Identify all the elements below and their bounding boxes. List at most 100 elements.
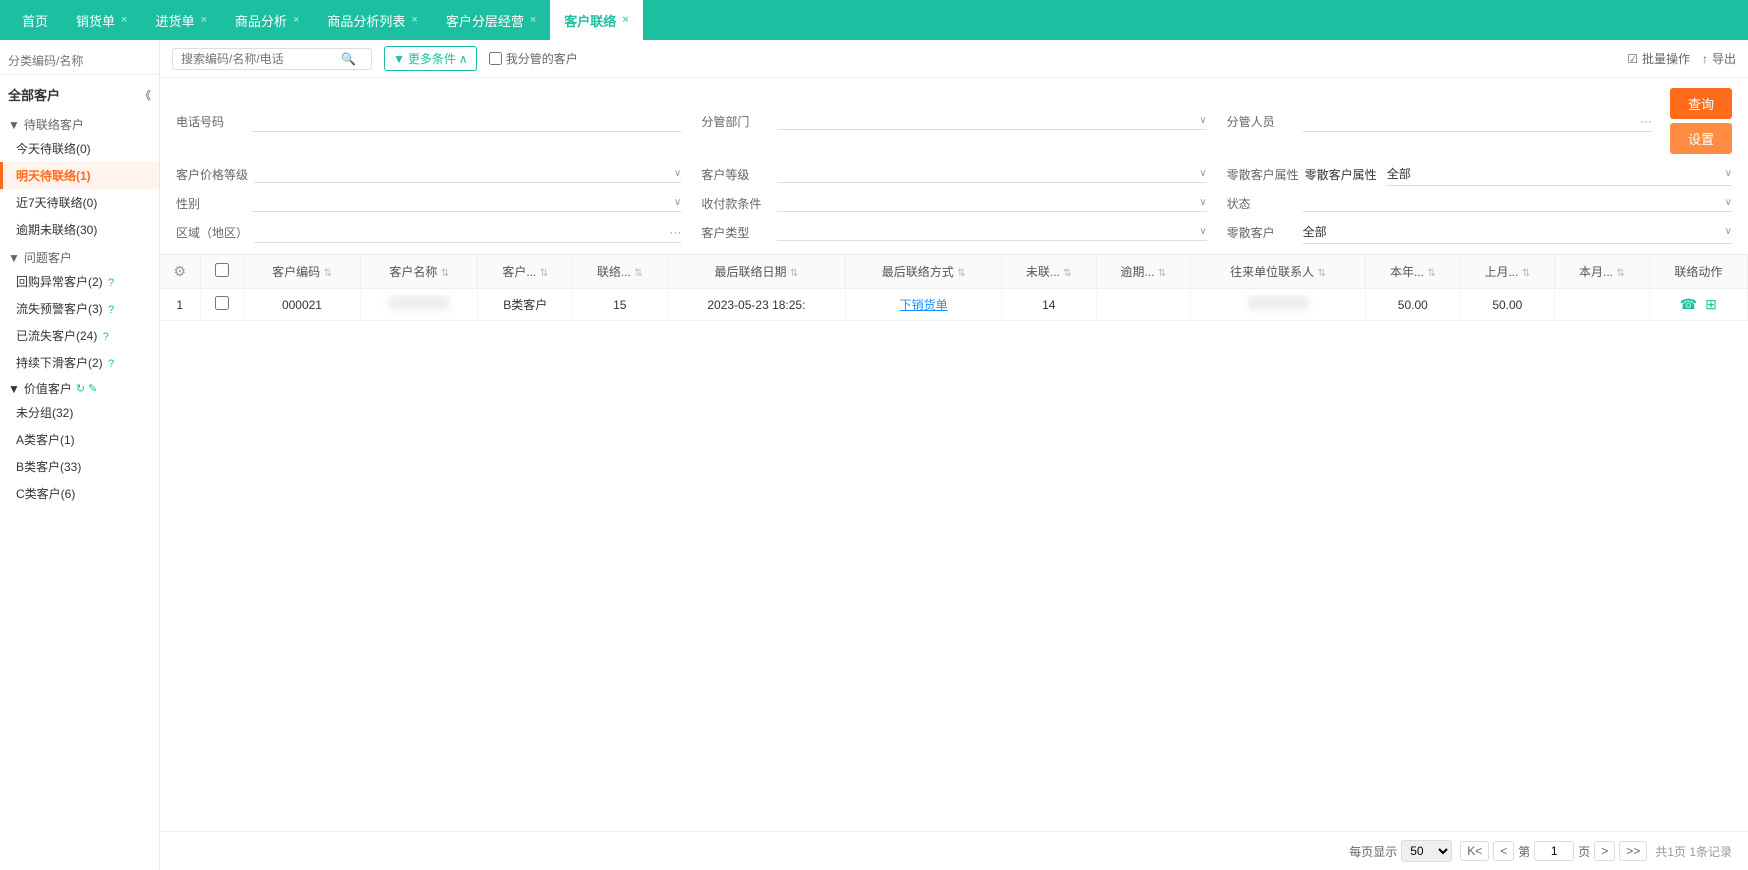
- sidebar-item-tomorrow-pending[interactable]: 明天待联络(1): [0, 162, 159, 189]
- filter-person-row: 分管人员 ··· 查询 设置: [1227, 88, 1732, 154]
- nav-customer-contact[interactable]: 客户联络 ×: [550, 0, 642, 40]
- sidebar-item-declining[interactable]: 持续下滑客户(2) ?: [0, 349, 159, 376]
- grid-action-icon[interactable]: ⊞: [1705, 296, 1717, 313]
- th-type[interactable]: 客户... ⇅: [478, 255, 573, 289]
- sort-icon: ⇅: [634, 268, 642, 279]
- close-icon[interactable]: ×: [121, 14, 127, 26]
- th-name[interactable]: 客户名称 ⇅: [361, 255, 478, 289]
- first-page-button[interactable]: K<: [1460, 841, 1489, 861]
- th-this-month[interactable]: 本月... ⇅: [1555, 255, 1650, 289]
- help-icon: ?: [108, 277, 114, 289]
- page-input[interactable]: [1534, 841, 1574, 861]
- status-select[interactable]: ∨: [1303, 194, 1732, 212]
- refresh-icon[interactable]: ↻: [76, 382, 85, 395]
- row-checkbox[interactable]: [215, 296, 229, 310]
- th-action: 联络动作: [1649, 255, 1747, 289]
- edit-icon[interactable]: ✎: [88, 382, 97, 395]
- nav-sales-order[interactable]: 销货单 ×: [62, 0, 141, 40]
- batch-operation-button[interactable]: ☑ 批量操作: [1627, 50, 1690, 67]
- filter-phone-row: 电话号码: [176, 88, 681, 154]
- close-icon[interactable]: ×: [530, 14, 536, 26]
- close-icon[interactable]: ×: [622, 14, 628, 26]
- export-button[interactable]: ↑ 导出: [1702, 50, 1736, 67]
- filter-bar: 🔍 ▼ 更多条件 ∧ 我分管的客户 ☑ 批量操作 ↑ 导出: [160, 40, 1748, 78]
- sidebar-item-churned[interactable]: 已流失客户(24) ?: [0, 322, 159, 349]
- content-area: 🔍 ▼ 更多条件 ∧ 我分管的客户 ☑ 批量操作 ↑ 导出: [160, 40, 1748, 870]
- sidebar-item-class-a[interactable]: A类客户(1): [0, 426, 159, 453]
- retail-customer-select[interactable]: 全部 ∨: [1303, 220, 1732, 244]
- th-this-year[interactable]: 本年... ⇅: [1366, 255, 1461, 289]
- customer-level-select[interactable]: ∨: [777, 165, 1206, 183]
- td-name: [361, 289, 478, 321]
- sidebar-item-abnormal-repurchase[interactable]: 回购异常客户(2) ?: [0, 268, 159, 295]
- chevron-down-icon: ∨: [1725, 197, 1732, 208]
- per-page-select[interactable]: 50 100 200: [1401, 840, 1452, 862]
- sidebar-item-ungrouped[interactable]: 未分组(32): [0, 399, 159, 426]
- next-page-button[interactable]: >: [1594, 841, 1615, 861]
- td-contacts: 15: [573, 289, 668, 321]
- phone-action-icon[interactable]: ☎: [1680, 296, 1697, 313]
- more-conditions-button[interactable]: ▼ 更多条件 ∧: [384, 46, 477, 71]
- sidebar-pending-group: ▼ 待联络客户: [0, 110, 159, 135]
- search-input[interactable]: [181, 52, 341, 66]
- th-contact-person[interactable]: 往来单位联系人 ⇅: [1191, 255, 1366, 289]
- customer-type-select[interactable]: ∨: [777, 223, 1206, 241]
- filter-payment-row: 收付款条件 ∨: [701, 194, 1206, 212]
- select-all-checkbox[interactable]: [215, 263, 229, 277]
- sidebar-all-customers[interactable]: 全部客户 《: [8, 81, 151, 108]
- sidebar-item-churn-warning[interactable]: 流失预警客户(3) ?: [0, 295, 159, 322]
- th-last-contact-method[interactable]: 最后联络方式 ⇅: [846, 255, 1002, 289]
- th-unlinkd[interactable]: 未联... ⇅: [1001, 255, 1096, 289]
- person-select-dots[interactable]: ···: [1640, 114, 1652, 128]
- sidebar-search-input[interactable]: [8, 54, 160, 68]
- retail-attr-select[interactable]: 全部 ∨: [1387, 162, 1732, 186]
- th-overdue[interactable]: 逾期... ⇅: [1096, 255, 1191, 289]
- settings-icon[interactable]: ⚙: [173, 263, 186, 279]
- sidebar-item-overdue-pending[interactable]: 逾期未联络(30): [0, 216, 159, 243]
- query-button[interactable]: 查询: [1670, 88, 1732, 119]
- dept-select[interactable]: ∨: [777, 112, 1206, 130]
- prev-page-button[interactable]: <: [1493, 841, 1514, 861]
- chevron-down-icon: ∨: [1199, 168, 1206, 179]
- nav-customer-segmentation[interactable]: 客户分层经营 ×: [432, 0, 550, 40]
- area-select-dots[interactable]: ···: [669, 225, 681, 239]
- th-settings[interactable]: ⚙: [160, 255, 200, 289]
- last-contact-method-link[interactable]: 下销货单: [900, 298, 948, 312]
- th-code[interactable]: 客户编码 ⇅: [243, 255, 360, 289]
- my-customers-checkbox-wrap[interactable]: 我分管的客户: [489, 50, 578, 67]
- price-level-select[interactable]: ∨: [254, 165, 681, 183]
- td-action: ☎ ⊞: [1649, 289, 1747, 321]
- settings-button[interactable]: 设置: [1670, 123, 1732, 154]
- last-page-button[interactable]: >>: [1619, 841, 1647, 861]
- phone-input[interactable]: [252, 111, 681, 132]
- sidebar-item-class-b[interactable]: B类客户(33): [0, 453, 159, 480]
- th-checkbox[interactable]: [200, 255, 243, 289]
- th-last-contact-date[interactable]: 最后联络日期 ⇅: [667, 255, 846, 289]
- sidebar-item-class-c[interactable]: C类客户(6): [0, 480, 159, 507]
- nav-purchase-order[interactable]: 进货单 ×: [141, 0, 220, 40]
- close-icon[interactable]: ×: [293, 14, 299, 26]
- check-icon: ☑: [1627, 52, 1638, 66]
- search-button-icon[interactable]: 🔍: [341, 52, 356, 66]
- payment-select[interactable]: ∨: [777, 194, 1206, 212]
- th-last-month[interactable]: 上月... ⇅: [1460, 255, 1555, 289]
- nav-product-analysis-list[interactable]: 商品分析列表 ×: [313, 0, 431, 40]
- sidebar-item-week-pending[interactable]: 近7天待联络(0): [0, 189, 159, 216]
- close-icon[interactable]: ×: [200, 14, 206, 26]
- table-row: 1 000021 B类客户 15 2023-05-23 18:25: 下销货单 …: [160, 289, 1748, 321]
- my-customers-checkbox[interactable]: [489, 52, 502, 65]
- th-contacts[interactable]: 联络... ⇅: [573, 255, 668, 289]
- sort-icon: ⇅: [1427, 268, 1435, 279]
- td-last-contact-method[interactable]: 下销货单: [846, 289, 1002, 321]
- nav-home[interactable]: 首页: [8, 0, 62, 40]
- td-index: 1: [160, 289, 200, 321]
- close-icon[interactable]: ×: [411, 14, 417, 26]
- sidebar-item-today-pending[interactable]: 今天待联络(0): [0, 135, 159, 162]
- td-unlinkd: 14: [1001, 289, 1096, 321]
- td-checkbox[interactable]: [200, 289, 243, 321]
- nav-product-analysis[interactable]: 商品分析 ×: [221, 0, 313, 40]
- gender-select[interactable]: ∨: [252, 194, 681, 212]
- td-this-month: [1555, 289, 1650, 321]
- sort-icon: ⇅: [790, 268, 798, 279]
- filter-customer-level-row: 客户等级 ∨: [701, 162, 1206, 186]
